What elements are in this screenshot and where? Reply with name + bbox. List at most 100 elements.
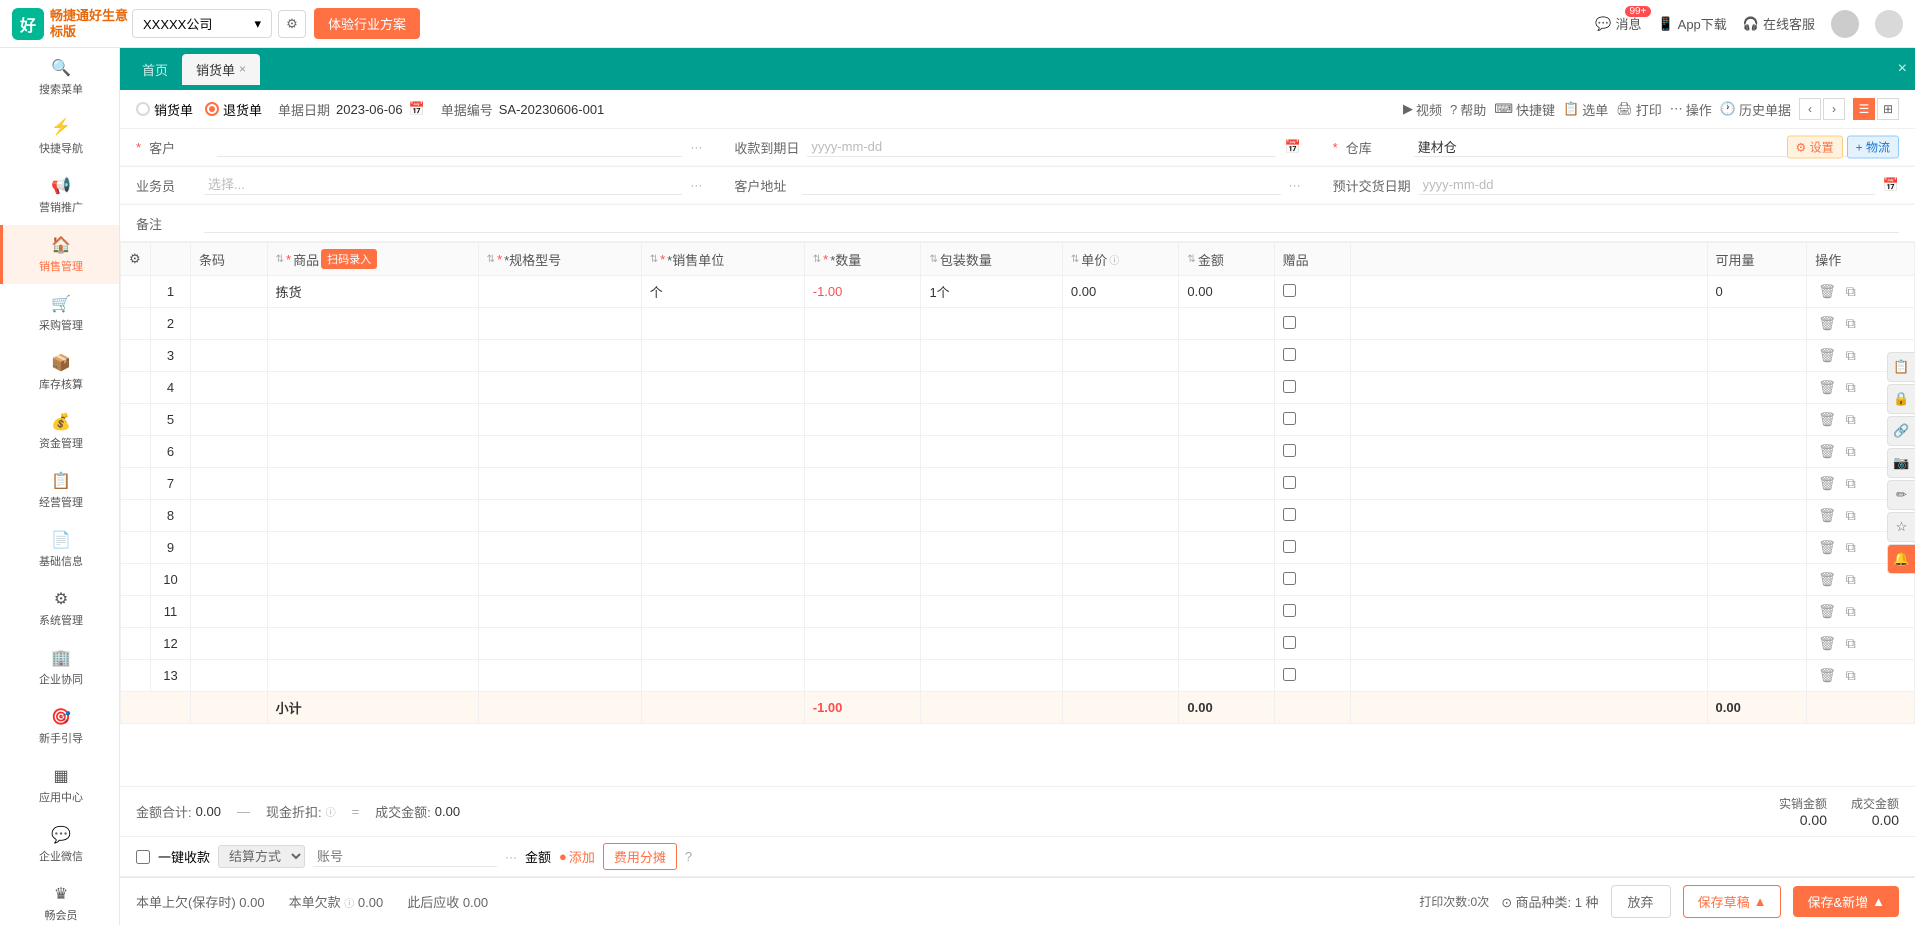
sidebar-item-member[interactable]: ♛ 畅会员 [0, 874, 119, 925]
barcode-cell[interactable] [191, 404, 268, 436]
copy-row-button[interactable]: ⧉ [1843, 667, 1859, 684]
shortcut-button[interactable]: ⌨ 快捷键 [1494, 100, 1555, 119]
unit-cell[interactable] [641, 372, 804, 404]
addr-more-button[interactable]: ··· [1289, 178, 1301, 192]
spec-cell[interactable] [478, 532, 641, 564]
unit-cell[interactable] [641, 308, 804, 340]
sidebar-item-sales[interactable]: 🏠 销售管理 [0, 225, 119, 284]
due-date-calendar-icon[interactable]: 📅 [1284, 139, 1300, 155]
delete-row-button[interactable]: 🗑 [1815, 475, 1839, 492]
gift-cell[interactable] [1274, 308, 1351, 340]
company-selector[interactable]: XXXXX公司 ▾ [132, 9, 272, 38]
product-cell[interactable] [267, 404, 478, 436]
unit-cell[interactable] [641, 468, 804, 500]
spec-cell[interactable] [478, 564, 641, 596]
sidebar-item-marketing[interactable]: 📢 营销推广 [0, 166, 119, 225]
amount-cell[interactable] [1179, 532, 1274, 564]
rtool-lock[interactable]: 🔒 [1887, 384, 1915, 414]
sidebar-item-system[interactable]: ⚙ 系统管理 [0, 579, 119, 638]
sidebar-item-basic[interactable]: 📄 基础信息 [0, 520, 119, 579]
next-view-button[interactable]: › [1823, 98, 1845, 120]
flow-button[interactable]: + 物流 [1847, 136, 1899, 159]
avatar[interactable] [1831, 10, 1859, 38]
gift-cell[interactable] [1274, 276, 1351, 308]
barcode-cell[interactable] [191, 308, 268, 340]
calc-method-select[interactable]: 结算方式 [218, 845, 305, 868]
delete-row-button[interactable]: 🗑 [1815, 443, 1839, 460]
product-cell[interactable] [267, 372, 478, 404]
copy-row-button[interactable]: ⧉ [1843, 283, 1859, 300]
qty-cell[interactable] [804, 436, 921, 468]
gift-cell[interactable] [1274, 404, 1351, 436]
barcode-cell[interactable] [191, 340, 268, 372]
unit-cell[interactable] [641, 436, 804, 468]
spec-cell[interactable] [478, 628, 641, 660]
delivery-calendar-icon[interactable]: 📅 [1883, 177, 1899, 193]
barcode-cell[interactable] [191, 500, 268, 532]
radio-sales-order[interactable]: 销货单 [136, 100, 193, 119]
qty-cell[interactable] [804, 340, 921, 372]
unit-cell[interactable] [641, 532, 804, 564]
rtool-link[interactable]: 🔗 [1887, 416, 1915, 446]
col-settings[interactable]: ⚙ [121, 243, 151, 276]
unit-cell[interactable] [641, 500, 804, 532]
unit-cell[interactable] [641, 340, 804, 372]
spec-cell[interactable] [478, 372, 641, 404]
qty-cell[interactable] [804, 500, 921, 532]
pkg-cell[interactable] [921, 500, 1062, 532]
copy-row-button[interactable]: ⧉ [1843, 635, 1859, 652]
qty-cell[interactable] [804, 532, 921, 564]
copy-row-button[interactable]: ⧉ [1843, 379, 1859, 396]
sidebar-item-app-center[interactable]: ▦ 应用中心 [0, 756, 119, 815]
price-cell[interactable] [1062, 532, 1179, 564]
price-cell[interactable] [1062, 500, 1179, 532]
qty-cell[interactable] [804, 596, 921, 628]
unit-cell[interactable] [641, 628, 804, 660]
copy-row-button[interactable]: ⧉ [1843, 571, 1859, 588]
gift-cell[interactable] [1274, 660, 1351, 692]
spec-cell[interactable] [478, 276, 641, 308]
product-cell[interactable] [267, 660, 478, 692]
qty-cell[interactable]: -1.00 [804, 276, 921, 308]
gift-cell[interactable] [1274, 532, 1351, 564]
delete-row-button[interactable]: 🗑 [1815, 507, 1839, 524]
pkg-cell[interactable] [921, 468, 1062, 500]
help-button[interactable]: ? 帮助 [1450, 100, 1486, 119]
due-date-input[interactable] [807, 137, 1276, 157]
tab-home[interactable]: 首页 [128, 54, 182, 85]
message-button[interactable]: 💬 消息 99+ [1595, 14, 1641, 33]
spec-cell[interactable] [478, 500, 641, 532]
barcode-cell[interactable] [191, 436, 268, 468]
amount-cell[interactable]: 0.00 [1179, 276, 1274, 308]
customer-addr-input[interactable] [802, 175, 1280, 195]
copy-row-button[interactable]: ⧉ [1843, 443, 1859, 460]
price-cell[interactable] [1062, 436, 1179, 468]
delete-row-button[interactable]: 🗑 [1815, 571, 1839, 588]
account-input[interactable] [313, 847, 497, 867]
delete-row-button[interactable]: 🗑 [1815, 315, 1839, 332]
price-cell[interactable] [1062, 372, 1179, 404]
price-cell[interactable] [1062, 596, 1179, 628]
unit-cell[interactable] [641, 660, 804, 692]
barcode-cell[interactable] [191, 468, 268, 500]
tab-sales-order[interactable]: 销货单 × [182, 54, 260, 85]
amount-cell[interactable] [1179, 404, 1274, 436]
qty-cell[interactable] [804, 564, 921, 596]
rtool-notification[interactable]: 🔔 [1887, 544, 1915, 574]
expense-help-icon[interactable]: ? [685, 849, 692, 864]
rtool-camera[interactable]: 📷 [1887, 448, 1915, 478]
amount-cell[interactable] [1179, 500, 1274, 532]
salesperson-more-button[interactable]: ··· [690, 178, 702, 192]
delete-row-button[interactable]: 🗑 [1815, 347, 1839, 364]
gift-cell[interactable] [1274, 628, 1351, 660]
customer-more-button[interactable]: ··· [690, 140, 702, 154]
expense-split-button[interactable]: 费用分摊 [603, 843, 677, 870]
spec-cell[interactable] [478, 660, 641, 692]
product-cell[interactable] [267, 532, 478, 564]
product-cell[interactable]: 拣货 [267, 276, 478, 308]
amount-cell[interactable] [1179, 340, 1274, 372]
trial-button[interactable]: 体验行业方案 [314, 8, 420, 39]
barcode-cell[interactable] [191, 372, 268, 404]
delete-row-button[interactable]: 🗑 [1815, 603, 1839, 620]
pkg-cell[interactable] [921, 436, 1062, 468]
